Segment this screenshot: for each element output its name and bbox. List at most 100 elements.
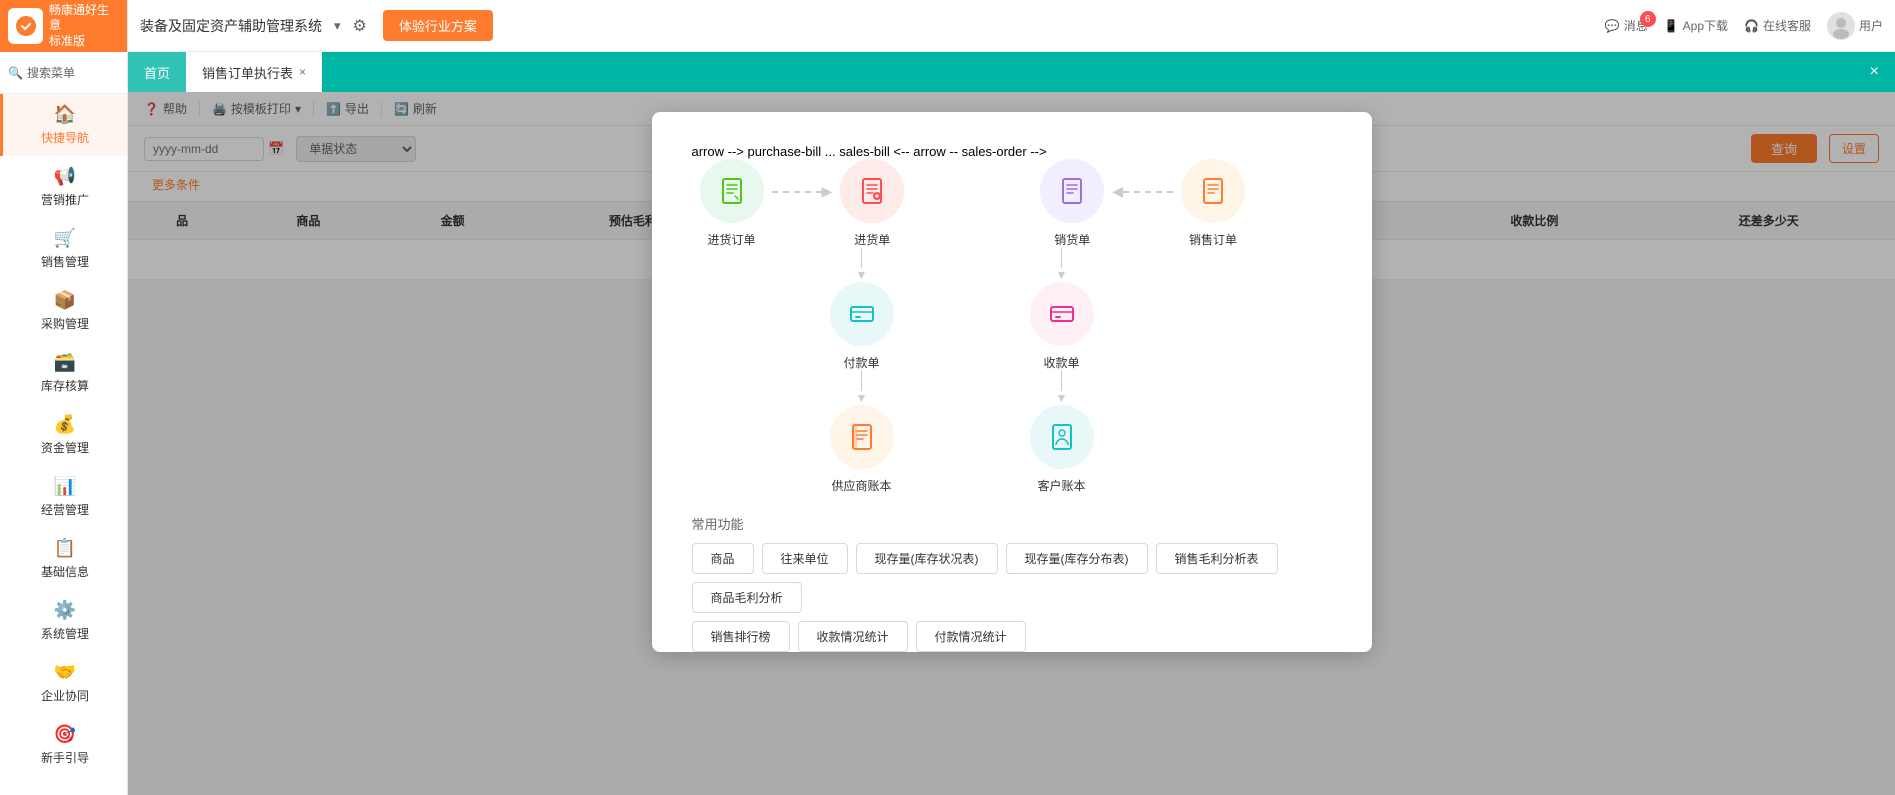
marketing-icon: 📢 xyxy=(54,166,76,187)
message-badge: 6 xyxy=(1640,11,1656,27)
search-icon: 🔍 xyxy=(8,66,23,80)
down-arrow-customer: ▼ xyxy=(1022,371,1102,405)
sidebar-item-marketing[interactable]: 📢 营销推广 xyxy=(0,156,127,218)
common-btn-sales-margin[interactable]: 销售毛利分析表 xyxy=(1156,543,1278,574)
logo-icon xyxy=(8,8,43,44)
purchase-icon: 📦 xyxy=(54,290,76,311)
common-btn-stock-status[interactable]: 现存量(库存状况表) xyxy=(856,543,998,574)
common-btn-contact[interactable]: 往来单位 xyxy=(762,543,848,574)
tab-home[interactable]: 首页 xyxy=(128,52,186,92)
purchase-bill-circle xyxy=(840,159,904,223)
page-area: ❓ 帮助 🖨️ 按模板打印 ▾ ⬆️ 导出 🔄 刷新 xyxy=(128,92,1895,795)
receipt-bill-label: 收款单 xyxy=(1043,354,1079,371)
sidebar-item-basic-info[interactable]: 📋 基础信息 xyxy=(0,528,127,590)
modal-dialog: arrow --> purchase-bill ... sales-bill <… xyxy=(652,112,1372,652)
sidebar-item-inventory[interactable]: 🗃️ 库存核算 xyxy=(0,342,127,404)
receipt-bill-node[interactable]: 收款单 xyxy=(1022,282,1102,371)
tabbar: 首页 销售订单执行表 × × xyxy=(128,52,1895,92)
common-btn-payment-stats[interactable]: 付款情况统计 xyxy=(916,621,1026,652)
supplier-ledger-node[interactable]: 供应商账本 xyxy=(822,405,902,494)
chevron-down-icon: ▾ xyxy=(334,18,341,34)
payment-bill-node[interactable]: 付款单 xyxy=(822,282,902,371)
purchase-order-label: 进货订单 xyxy=(707,231,755,248)
common-btn-sales-rank[interactable]: 销售排行榜 xyxy=(692,621,790,652)
search-menu-button[interactable]: 🔍 搜索菜单 xyxy=(8,60,119,85)
arrow-2: ◀ xyxy=(1112,183,1173,224)
main-content: 装备及固定资产辅助管理系统 ▾ ⚙ 体验行业方案 💬 消息 6 📱 App下载 … xyxy=(128,0,1895,795)
down-arrow-supplier: ▼ xyxy=(822,371,902,405)
common-btn-receipt-stats[interactable]: 收款情况统计 xyxy=(798,621,908,652)
sidebar-nav: 🏠 快捷导航 📢 营销推广 🛒 销售管理 📦 采购管理 🗃️ 库存核算 💰 xyxy=(0,94,127,795)
newbie-icon: 🎯 xyxy=(54,724,76,745)
flow-row-arrows: ▼ ▼ xyxy=(692,248,1332,282)
purchase-bill-label: 进货单 xyxy=(854,231,890,248)
message-btn[interactable]: 💬 消息 6 xyxy=(1605,17,1648,34)
customer-ledger-circle xyxy=(1030,405,1094,469)
settings-icon[interactable]: ⚙ xyxy=(353,16,367,36)
system-title: 装备及固定资产辅助管理系统 xyxy=(140,16,322,36)
purchase-order-circle xyxy=(700,159,764,223)
window-close-btn[interactable]: × xyxy=(1870,63,1879,81)
sidebar-item-purchase[interactable]: 📦 采购管理 xyxy=(0,280,127,342)
purchase-order-node[interactable]: 进货订单 xyxy=(692,159,772,248)
tab-sales-order-exec[interactable]: 销售订单执行表 × xyxy=(186,52,322,92)
system-icon: ⚙️ xyxy=(54,600,76,621)
receipt-bill-circle xyxy=(1030,282,1094,346)
operation-icon: 📊 xyxy=(54,476,76,497)
payment-bill-circle xyxy=(830,282,894,346)
sidebar-item-finance[interactable]: 💰 资金管理 xyxy=(0,404,127,466)
home-icon: 🏠 xyxy=(54,104,76,125)
sidebar: 畅康通好生意 标准版 🔍 搜索菜单 🏠 快捷导航 📢 营销推广 🛒 销售管理 xyxy=(0,0,128,795)
flow-row-1: 进货订单 ▶ xyxy=(692,159,1332,248)
purchase-bill-node[interactable]: 进货单 xyxy=(832,159,912,248)
avatar xyxy=(1827,12,1855,40)
flow-row-3: 付款单 xyxy=(692,282,1332,371)
common-btn-stock-dist[interactable]: 现存量(库存分布表) xyxy=(1006,543,1148,574)
common-functions-title: 常用功能 xyxy=(692,514,1332,533)
down-arrow-receipt: ▼ xyxy=(1022,248,1102,282)
topbar-right: 💬 消息 6 📱 App下载 🎧 在线客服 用户 xyxy=(1605,12,1883,40)
basic-info-icon: 📋 xyxy=(54,538,76,559)
tab-close-icon[interactable]: × xyxy=(299,65,306,79)
modal-overlay: arrow --> purchase-bill ... sales-bill <… xyxy=(128,92,1895,795)
sidebar-item-operation[interactable]: 📊 经营管理 xyxy=(0,466,127,528)
common-btn-product[interactable]: 商品 xyxy=(692,543,754,574)
sidebar-item-enterprise[interactable]: 🤝 企业协同 xyxy=(0,652,127,714)
finance-icon: 💰 xyxy=(54,414,76,435)
down-arrow-payment: ▼ xyxy=(822,248,902,282)
sidebar-item-quick-nav[interactable]: 🏠 快捷导航 xyxy=(0,94,127,156)
flow-diagram: arrow --> purchase-bill ... sales-bill <… xyxy=(692,144,1332,494)
headset-icon: 🎧 xyxy=(1744,19,1759,33)
trial-btn[interactable]: 体验行业方案 xyxy=(383,10,493,41)
sales-order-node[interactable]: 销售订单 xyxy=(1173,159,1253,248)
app-download-btn[interactable]: 📱 App下载 xyxy=(1664,17,1728,34)
sidebar-item-newbie[interactable]: 🎯 新手引导 xyxy=(0,714,127,776)
sidebar-item-system[interactable]: ⚙️ 系统管理 xyxy=(0,590,127,652)
enterprise-icon: 🤝 xyxy=(54,662,76,683)
customer-ledger-node[interactable]: 客户账本 xyxy=(1022,405,1102,494)
customer-ledger-label: 客户账本 xyxy=(1037,477,1085,494)
user-menu[interactable]: 用户 xyxy=(1827,12,1883,40)
payment-bill-label: 付款单 xyxy=(843,354,879,371)
inventory-icon: 🗃️ xyxy=(54,352,76,373)
online-service-btn[interactable]: 🎧 在线客服 xyxy=(1744,17,1811,34)
message-icon: 💬 xyxy=(1605,19,1620,33)
topbar: 装备及固定资产辅助管理系统 ▾ ⚙ 体验行业方案 💬 消息 6 📱 App下载 … xyxy=(128,0,1895,52)
modal-inner: arrow --> purchase-bill ... sales-bill <… xyxy=(652,112,1372,652)
common-btn-product-margin[interactable]: 商品毛利分析 xyxy=(692,582,802,613)
sales-bill-node[interactable]: 销货单 xyxy=(1032,159,1112,248)
flow-row-arrows-2: ▼ ▼ xyxy=(692,371,1332,405)
system-dropdown[interactable]: ▾ xyxy=(334,18,341,34)
common-buttons-row-1: 商品 往来单位 现存量(库存状况表) 现存量(库存分布表) 销售毛利分析表 商品… xyxy=(692,543,1332,613)
sidebar-search[interactable]: 🔍 搜索菜单 xyxy=(0,52,127,94)
logo-text: 畅康通好生意 标准版 xyxy=(49,3,119,50)
common-functions: 常用功能 商品 往来单位 现存量(库存状况表) 现存量(库存分布表) 销售毛利分… xyxy=(692,514,1332,652)
sales-order-circle xyxy=(1181,159,1245,223)
arrow-1: ▶ xyxy=(772,183,833,224)
sidebar-item-sales[interactable]: 🛒 销售管理 xyxy=(0,218,127,280)
flow-row-5: 供应商账本 xyxy=(692,405,1332,494)
sidebar-logo: 畅康通好生意 标准版 xyxy=(0,0,127,52)
sales-bill-circle xyxy=(1040,159,1104,223)
sales-icon: 🛒 xyxy=(54,228,76,249)
supplier-ledger-circle xyxy=(830,405,894,469)
